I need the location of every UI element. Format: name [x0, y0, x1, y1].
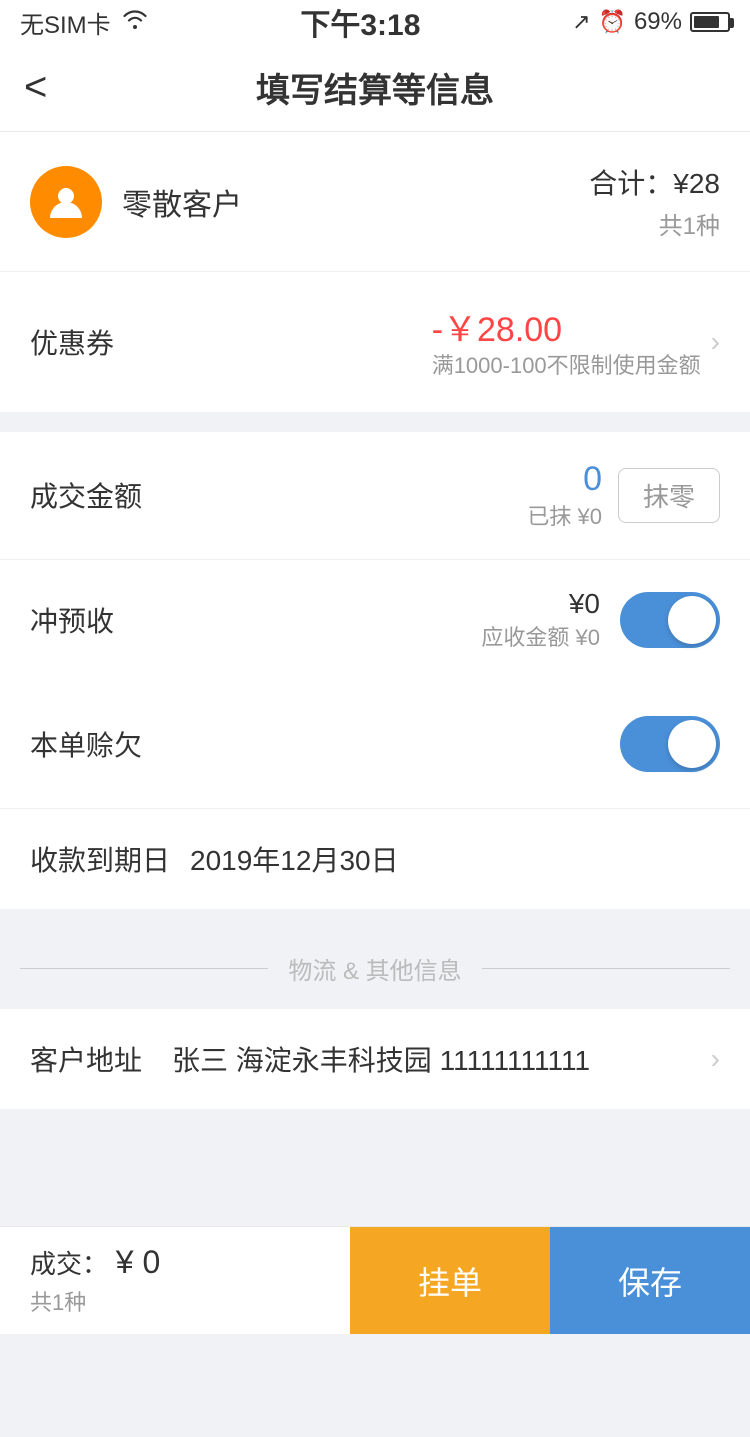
- due-date-value: 2019年12月30日: [190, 839, 399, 879]
- deal-amount-col: 0 已抹 ¥0: [527, 460, 602, 531]
- status-time: 下午3:18: [300, 0, 420, 44]
- debt-row: 本单赊欠: [0, 680, 750, 808]
- deal-amount-label: 成交金额: [30, 475, 142, 515]
- due-date-row[interactable]: 收款到期日 2019年12月30日: [0, 808, 750, 909]
- status-left: 无SIM卡: [20, 5, 149, 40]
- total-count: 共1种: [589, 206, 720, 241]
- deal-amount-right: 0 已抹 ¥0 抹零: [527, 460, 720, 531]
- pre-collection-amount-col: ¥0 应收金额 ¥0: [481, 588, 600, 652]
- deal-amount-sub: 已抹 ¥0: [527, 499, 602, 531]
- pending-button[interactable]: 挂单: [350, 1227, 550, 1334]
- save-button[interactable]: 保存: [550, 1227, 750, 1334]
- customer-section: 零散客户 合计：¥28 共1种 优惠券 -￥28.00 满1000-100不限制…: [0, 132, 750, 412]
- alarm-icon: ⏰: [599, 9, 626, 35]
- coupon-right: -￥28.00 满1000-100不限制使用金额 ›: [432, 302, 720, 382]
- customer-name: 零散客户: [122, 180, 242, 224]
- location-icon: ↗: [572, 9, 590, 35]
- deal-amount-row: 成交金额 0 已抹 ¥0 抹零: [0, 432, 750, 560]
- due-date-label: 收款到期日: [30, 839, 170, 879]
- pre-collection-right: ¥0 应收金额 ¥0: [481, 588, 720, 652]
- coupon-discount: -￥28.00: [432, 302, 701, 351]
- pre-collection-row: 冲预收 ¥0 应收金额 ¥0: [0, 560, 750, 680]
- customer-total: 合计：¥28 共1种: [589, 162, 720, 241]
- back-button[interactable]: <: [24, 65, 47, 110]
- status-right: ↗ ⏰ 69%: [572, 8, 730, 36]
- logistics-separator: 物流 & 其他信息: [0, 929, 750, 1009]
- deal-amount-value: 0: [527, 460, 602, 499]
- address-chevron-icon: ›: [711, 1043, 720, 1075]
- debt-section: 本单赊欠 收款到期日 2019年12月30日: [0, 680, 750, 909]
- coupon-desc: 满1000-100不限制使用金额: [432, 351, 701, 382]
- customer-row: 零散客户 合计：¥28 共1种: [0, 132, 750, 271]
- bottom-bar: 成交： ¥ 0 共1种 挂单 保存: [0, 1226, 750, 1334]
- address-section: 客户地址 张三 海淀永丰科技园 11111111111 ›: [0, 1009, 750, 1109]
- chevron-right-icon: ›: [711, 326, 720, 358]
- nav-bar: < 填写结算等信息: [0, 44, 750, 132]
- pre-collection-toggle[interactable]: [620, 592, 720, 648]
- coupon-label: 优惠券: [30, 322, 114, 362]
- pre-collection-label: 冲预收: [30, 600, 114, 640]
- battery-icon: [690, 12, 730, 32]
- page-title: 填写结算等信息: [256, 63, 494, 112]
- avatar: [30, 166, 102, 238]
- carrier-text: 无SIM卡: [20, 5, 111, 40]
- debt-toggle-knob: [668, 720, 716, 768]
- round-button[interactable]: 抹零: [618, 468, 720, 523]
- pre-collection-amount: ¥0: [481, 588, 600, 620]
- status-bar: 无SIM卡 下午3:18 ↗ ⏰ 69%: [0, 0, 750, 44]
- pre-collection-receivable: 应收金额 ¥0: [481, 620, 600, 652]
- address-label: 客户地址: [30, 1039, 142, 1079]
- bottom-deal-row: 成交： ¥ 0: [30, 1244, 320, 1281]
- bottom-deal-label: 成交：: [30, 1249, 108, 1279]
- toggle-knob: [668, 596, 716, 644]
- customer-info: 零散客户: [30, 166, 242, 238]
- address-row[interactable]: 客户地址 张三 海淀永丰科技园 11111111111 ›: [0, 1009, 750, 1109]
- logistics-sep-text: 物流 & 其他信息: [288, 951, 461, 986]
- bottom-deal-amount: ¥ 0: [116, 1244, 160, 1280]
- bottom-info: 成交： ¥ 0 共1种: [0, 1227, 350, 1334]
- debt-label: 本单赊欠: [30, 724, 142, 764]
- total-amount: 合计：¥28: [589, 162, 720, 202]
- bottom-count: 共1种: [30, 1285, 320, 1317]
- debt-toggle[interactable]: [620, 716, 720, 772]
- battery-percent: 69%: [634, 8, 682, 36]
- deal-amount-section: 成交金额 0 已抹 ¥0 抹零 冲预收 ¥0 应收金额 ¥0: [0, 432, 750, 680]
- wifi-icon: [121, 8, 149, 36]
- address-value: 张三 海淀永丰科技园 11111111111: [172, 1039, 701, 1079]
- coupon-row[interactable]: 优惠券 -￥28.00 满1000-100不限制使用金额 ›: [0, 271, 750, 412]
